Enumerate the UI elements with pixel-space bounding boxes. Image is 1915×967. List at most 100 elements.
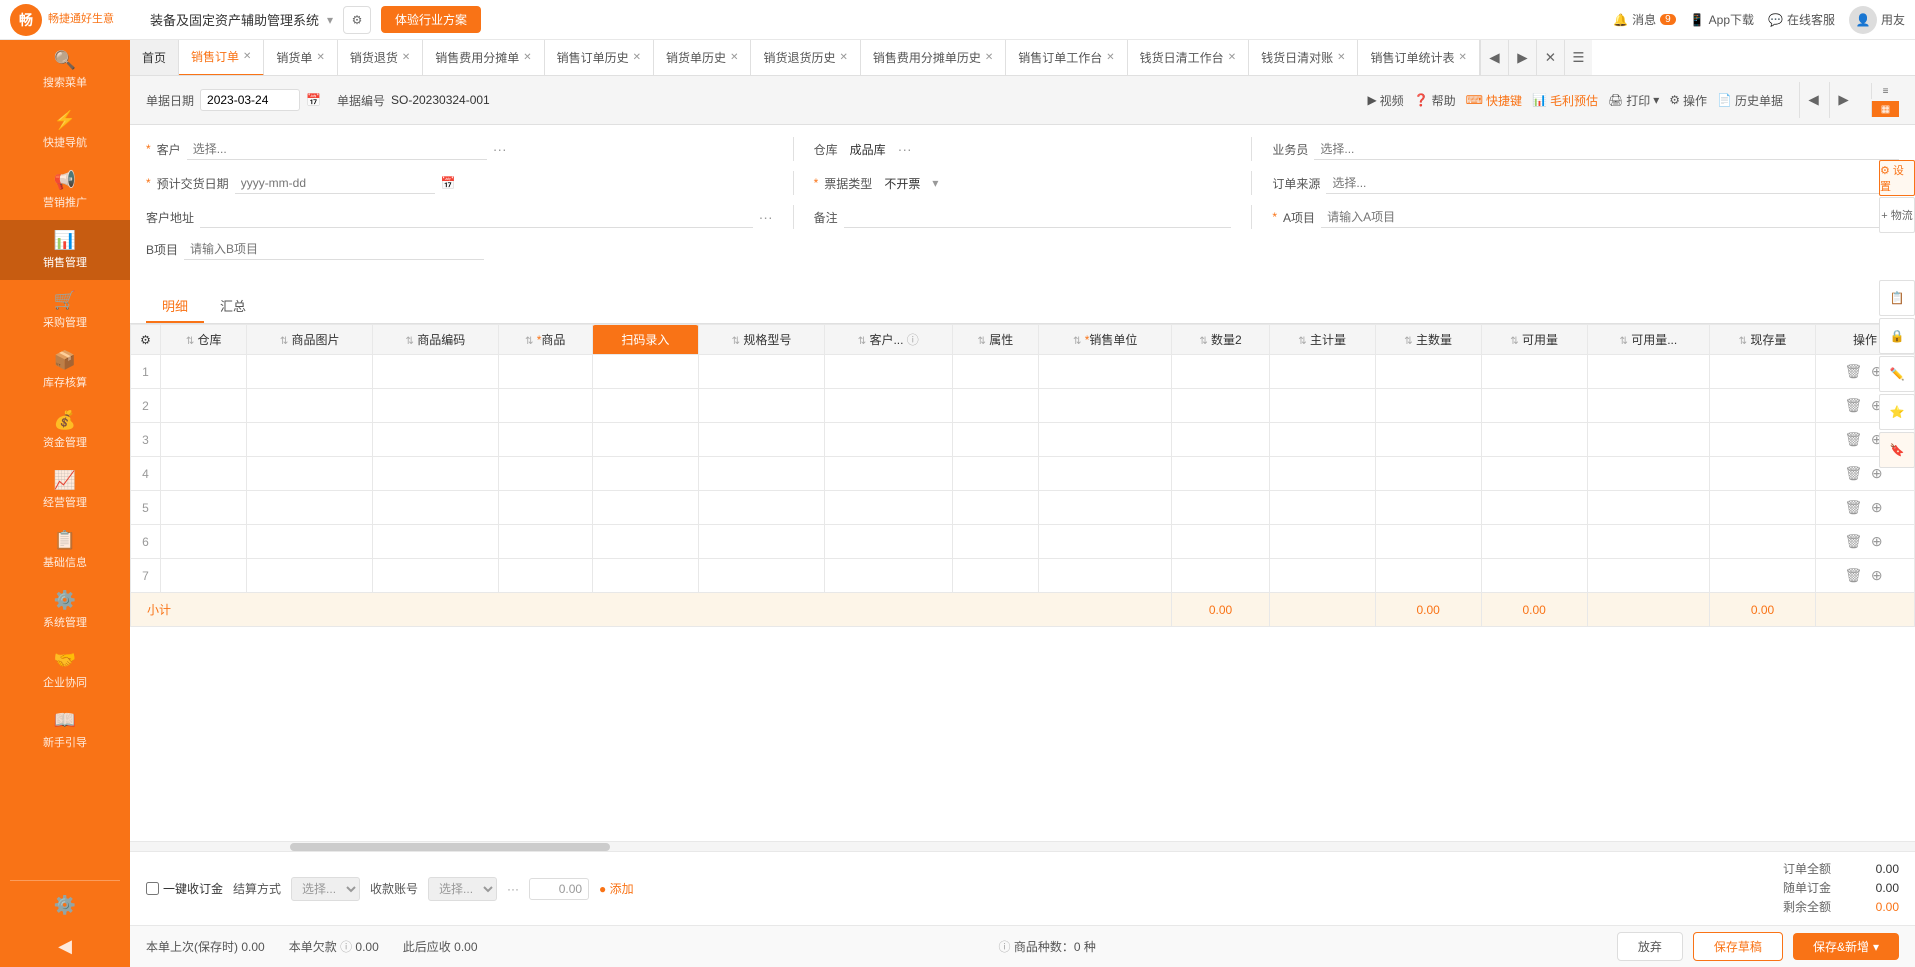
th-main-qty[interactable]: ⇅ 主数量 [1375,325,1481,355]
row-2-mainunit[interactable] [1269,389,1375,423]
tab-sales-expense-close[interactable]: ✕ [523,52,531,63]
project-b-input[interactable] [184,239,484,260]
row-2-attr[interactable] [952,389,1038,423]
row-2-spec[interactable] [699,389,825,423]
tab-sales-order-history-close[interactable]: ✕ [633,52,641,63]
th-attr[interactable]: ⇅ 属性 [952,325,1038,355]
operation-action[interactable]: ⚙ 操作 [1669,92,1707,109]
tab-sales-return-history-close[interactable]: ✕ [839,52,847,63]
sidebar-item-purchase[interactable]: 🛒 采购管理 [0,280,130,340]
row-1-current[interactable] [1710,355,1816,389]
tab-order-workbench[interactable]: 销售订单工作台 ✕ [1006,40,1127,76]
tab-sales-invoice[interactable]: 销货单 ✕ [264,40,337,76]
payment-amount-input[interactable] [529,878,589,900]
float-btn-1[interactable]: 📋 [1879,280,1915,316]
layout-bottom-button[interactable]: ▦ [1871,101,1899,117]
save-new-button[interactable]: 保存&新增 ▾ [1793,933,1899,960]
remark-input[interactable] [844,207,1232,228]
warehouse-more[interactable]: ··· [898,141,912,157]
th-available[interactable]: ⇅ 可用量 [1481,325,1587,355]
customer-input[interactable] [187,139,487,160]
row-2-available[interactable] [1481,389,1587,423]
product-count-icon[interactable]: ⓘ [999,940,1011,954]
row-4-delete[interactable]: 🗑 [1843,464,1863,484]
content-tab-summary[interactable]: 汇总 [204,290,262,323]
print-action[interactable]: 🖨 打印 ▾ [1608,92,1659,109]
tab-order-workbench-close[interactable]: ✕ [1106,52,1114,63]
row-1-spec[interactable] [699,355,825,389]
address-more[interactable]: ··· [759,209,773,225]
customer-more[interactable]: ··· [493,141,507,157]
tab-expense-history-close[interactable]: ✕ [985,52,993,63]
tab-sales-invoice-history-close[interactable]: ✕ [730,52,738,63]
tab-sales-order[interactable]: 销售订单 ✕ [179,40,264,76]
th-customer-code[interactable]: ⇅ 客户... ⓘ [824,325,952,355]
sidebar-item-inventory[interactable]: 📦 库存核算 [0,340,130,400]
project-a-input[interactable] [1321,207,1899,228]
sidebar-item-quicknav[interactable]: ⚡ 快捷导航 [0,100,130,160]
row-2-unit[interactable] [1039,389,1172,423]
pay-method-select[interactable]: 选择... [291,877,360,901]
float-btn-5[interactable]: 🔖 [1879,432,1915,468]
scrollbar-thumb[interactable] [290,843,610,851]
calendar2-icon[interactable]: 📅 [441,176,456,190]
row-7-copy[interactable]: ⊕ [1867,566,1887,586]
address-input[interactable] [200,207,753,228]
row-5-copy[interactable]: ⊕ [1867,498,1887,518]
row-1-scan[interactable] [592,355,698,389]
sidebar-item-search[interactable]: 🔍 搜索菜单 [0,40,130,100]
row-1-warehouse[interactable] [161,355,247,389]
salesperson-input[interactable] [1314,139,1899,160]
video-action[interactable]: ▶ 视频 [1367,92,1403,109]
row-7-delete[interactable]: 🗑 [1843,566,1863,586]
tab-sales-invoice-close[interactable]: ✕ [316,52,324,63]
info-icon[interactable]: ⓘ [907,333,919,347]
row-1-mainqty[interactable] [1375,355,1481,389]
delivery-date-input[interactable] [235,173,435,194]
row-6-delete[interactable]: 🗑 [1843,532,1863,552]
ellipsis-account[interactable]: ··· [507,882,519,896]
tab-sales-return-close[interactable]: ✕ [402,52,410,63]
th-image[interactable]: ⇅ 商品图片 [247,325,373,355]
row-1-product[interactable] [498,355,592,389]
row-2-custcode[interactable] [824,389,952,423]
layout-top-button[interactable]: ≡ [1871,83,1899,99]
tab-prev-button[interactable]: ◀ [1480,40,1508,76]
user-item[interactable]: 👤 用友 [1849,6,1905,34]
row-2-product[interactable] [498,389,592,423]
row-2-available2[interactable] [1587,389,1709,423]
th-available2[interactable]: ⇅ 可用量... [1587,325,1709,355]
tab-close-all-button[interactable]: ✕ [1536,40,1564,76]
tab-menu-button[interactable]: ☰ [1564,40,1592,76]
float-btn-2[interactable]: 🔒 [1879,318,1915,354]
tab-sales-return[interactable]: 销货退货 ✕ [338,40,423,76]
tab-reconcile-close[interactable]: ✕ [1337,52,1345,63]
sidebar-item-basicinfo[interactable]: 📋 基础信息 [0,520,130,580]
auto-payment-check[interactable] [146,882,159,895]
current-debt-info[interactable]: ⓘ [340,940,352,954]
view-grid-button[interactable]: ▶ [1829,82,1857,118]
sidebar-item-enterprise[interactable]: 🤝 企业协同 [0,640,130,700]
tab-stats[interactable]: 销售订单统计表 ✕ [1358,40,1479,76]
sidebar-item-finance[interactable]: 💰 资金管理 [0,400,130,460]
date-input[interactable] [200,89,300,111]
help-action[interactable]: ❓ 帮助 [1414,92,1456,109]
sidebar-item-marketing[interactable]: 📢 营销推广 [0,160,130,220]
gear-button[interactable]: ⚙ [343,6,371,34]
tab-sales-order-history[interactable]: 销售订单历史 ✕ [545,40,654,76]
shortcut-action[interactable]: ⌨ 快捷键 [1466,92,1522,109]
side-setting-button[interactable]: ⚙ 设置 [1879,160,1915,196]
invoice-dropdown-icon[interactable]: ▾ [932,176,938,190]
tab-daily-workbench-close[interactable]: ✕ [1228,52,1236,63]
row-2-delete[interactable]: 🗑 [1843,396,1863,416]
row-1-mainunit[interactable] [1269,355,1375,389]
th-unit[interactable]: ⇅ *销售单位 [1039,325,1172,355]
tab-reconcile[interactable]: 钱货日清对账 ✕ [1249,40,1358,76]
order-source-input[interactable] [1326,173,1887,194]
row-2-mainqty[interactable] [1375,389,1481,423]
row-1-attr[interactable] [952,355,1038,389]
th-code[interactable]: ⇅ 商品编码 [373,325,499,355]
calendar-icon[interactable]: 📅 [306,93,321,107]
row-1-custcode[interactable] [824,355,952,389]
row-6-copy[interactable]: ⊕ [1867,532,1887,552]
